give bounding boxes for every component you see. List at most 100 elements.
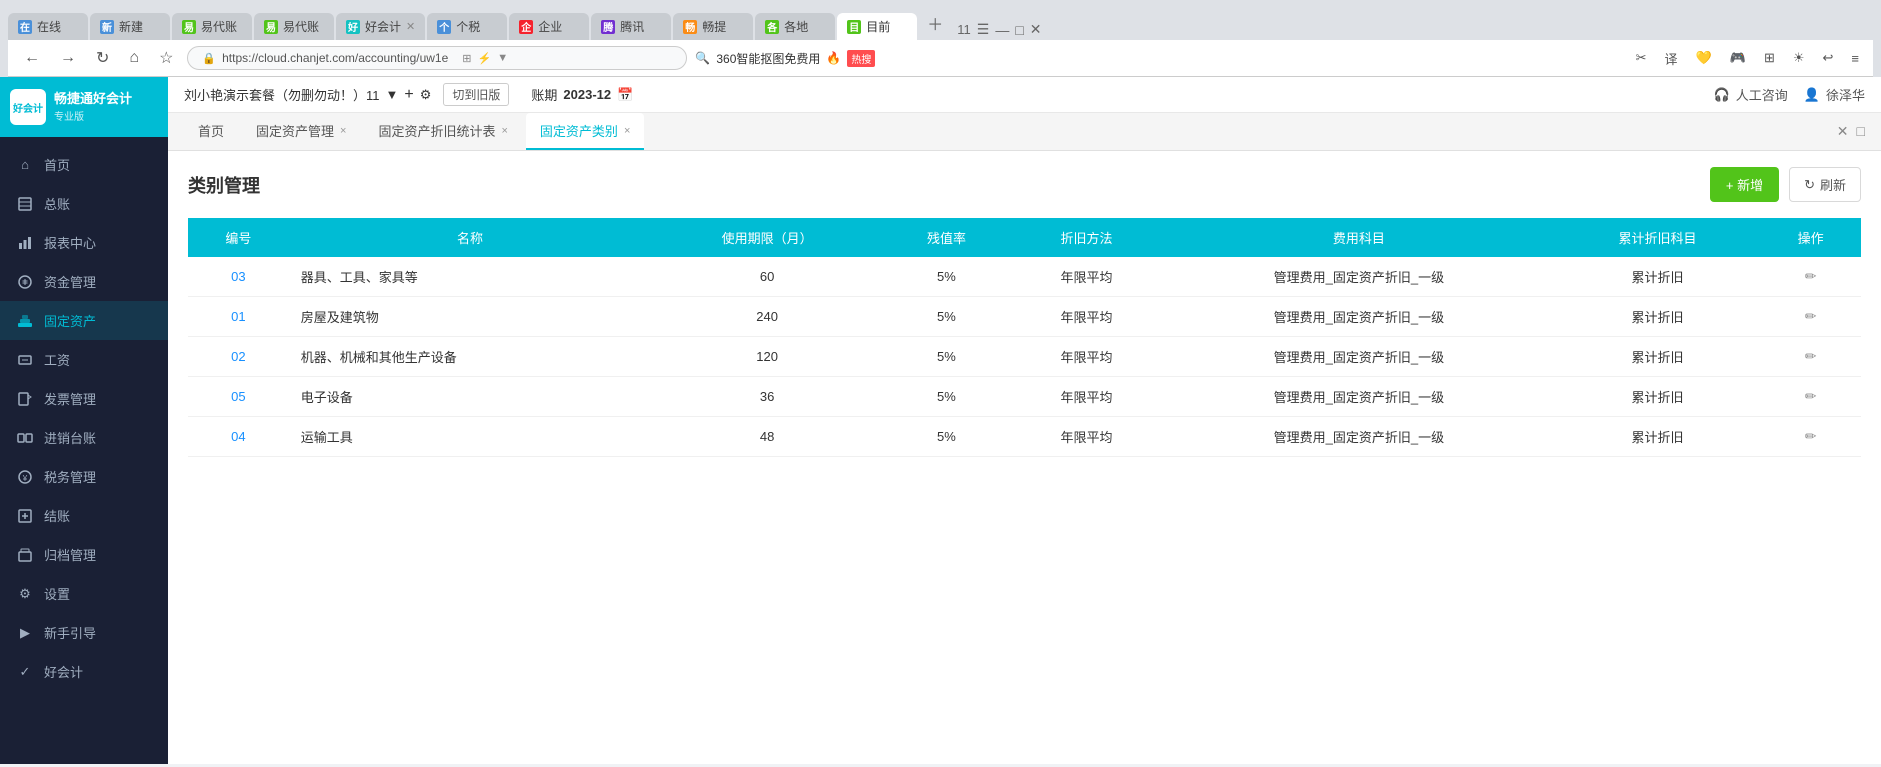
sidebar-item-home[interactable]: ⌂ 首页: [0, 145, 168, 184]
edit-icon-02[interactable]: ✏: [1805, 348, 1817, 364]
window-maximize-icon[interactable]: □: [1857, 123, 1865, 140]
sidebar-item-haokuaiji[interactable]: ✓ 好会计: [0, 652, 168, 691]
tab-label-zaixin: 在线: [37, 18, 61, 35]
cell-residual-02: 5%: [883, 337, 1010, 377]
cell-code-04[interactable]: 04: [188, 417, 289, 457]
tab-label-gedi: 各地: [784, 18, 808, 35]
tab-add-button[interactable]: ＋: [919, 6, 951, 40]
back-button[interactable]: ←: [18, 47, 46, 69]
account-settings-icon[interactable]: ⚙: [420, 87, 432, 103]
sidebar-item-ledger[interactable]: 总账: [0, 184, 168, 223]
add-button[interactable]: + 新增: [1710, 167, 1779, 202]
browser-tab-muqian[interactable]: 目 目前: [837, 13, 917, 40]
account-add-icon[interactable]: +: [404, 86, 413, 104]
sidebar-label-home: 首页: [44, 155, 70, 174]
content-tab-depreciation[interactable]: 固定资产折旧统计表 ×: [364, 113, 521, 150]
tab-maximize-icon[interactable]: □: [1015, 22, 1023, 38]
tab-icon-changti: 畅: [683, 20, 697, 34]
sidebar-item-fund[interactable]: 资金管理: [0, 262, 168, 301]
brightness-icon[interactable]: ☀: [1789, 48, 1809, 68]
sidebar-item-invoice[interactable]: 发票管理: [0, 379, 168, 418]
browser-tab-haokuaiji[interactable]: 好 好会计 ✕: [336, 13, 425, 40]
cell-code-02[interactable]: 02: [188, 337, 289, 377]
period-info: 账期 2023-12 📅: [531, 85, 633, 104]
tab-icon-zaixin: 在: [18, 20, 32, 34]
sidebar-item-fixed-asset[interactable]: 固定资产: [0, 301, 168, 340]
cell-code-03[interactable]: 03: [188, 257, 289, 297]
address-dropdown-icon[interactable]: ▼: [497, 52, 508, 64]
search-text[interactable]: 360智能抠图免费用: [716, 50, 820, 67]
browser-tab-yidai2[interactable]: 易 易代账: [254, 13, 334, 40]
browser-tab-tengxun[interactable]: 腾 腾讯: [591, 13, 671, 40]
wallet-icon[interactable]: 💛: [1692, 48, 1716, 68]
sidebar-item-tax[interactable]: ¥ 税务管理: [0, 457, 168, 496]
table-row: 01 房屋及建筑物 240 5% 年限平均 管理费用_固定资产折旧_一级 累计折…: [188, 297, 1861, 337]
content-tab-fixed-asset-mgmt[interactable]: 固定资产管理 ×: [242, 113, 360, 150]
content-tab-depreciation-close[interactable]: ×: [501, 125, 507, 137]
cell-residual-03: 5%: [883, 257, 1010, 297]
account-dropdown-icon[interactable]: ▼: [386, 87, 399, 102]
browser-tab-qiye[interactable]: 企 企业: [509, 13, 589, 40]
content-tab-category[interactable]: 固定资产类别 ×: [526, 113, 644, 150]
tab-menu-icon[interactable]: ☰: [977, 21, 990, 38]
window-close-icon[interactable]: ✕: [1837, 123, 1849, 140]
sidebar-item-salary[interactable]: 工资: [0, 340, 168, 379]
tab-label-yidai2: 易代账: [283, 18, 319, 35]
translate-icon[interactable]: 译: [1661, 47, 1682, 70]
browser-tab-geshui[interactable]: 个 个税: [427, 13, 507, 40]
cell-actions-03: ✏: [1760, 257, 1861, 297]
sidebar-item-guide[interactable]: ▶ 新手引导: [0, 613, 168, 652]
edit-icon-01[interactable]: ✏: [1805, 308, 1817, 324]
address-input[interactable]: 🔒 https://cloud.chanjet.com/accounting/u…: [187, 46, 687, 70]
edit-icon-05[interactable]: ✏: [1805, 388, 1817, 404]
headset-icon: 🎧: [1714, 87, 1730, 103]
sidebar-item-checkout[interactable]: 结账: [0, 496, 168, 535]
col-accum: 累计折旧科目: [1555, 218, 1760, 257]
switch-version-button[interactable]: 切到旧版: [443, 83, 509, 106]
support-link[interactable]: 🎧 人工咨询: [1714, 85, 1788, 104]
tab-close-haokuaiji[interactable]: ✕: [406, 20, 415, 33]
edit-icon-04[interactable]: ✏: [1805, 428, 1817, 444]
tab-count-badge[interactable]: 11: [957, 22, 971, 37]
scissors-icon[interactable]: ✂: [1632, 48, 1651, 68]
grid-icon[interactable]: ⊞: [1760, 48, 1779, 68]
cell-code-05[interactable]: 05: [188, 377, 289, 417]
cell-name-03: 器具、工具、家具等: [289, 257, 652, 297]
invoice-icon: [16, 390, 34, 408]
sidebar-item-settings[interactable]: ⚙ 设置: [0, 574, 168, 613]
boost-icon[interactable]: ⚡: [477, 52, 491, 65]
tab-minimize-icon[interactable]: —: [995, 22, 1009, 38]
cell-code-01[interactable]: 01: [188, 297, 289, 337]
calendar-icon[interactable]: 📅: [617, 87, 633, 103]
cell-method-01: 年限平均: [1010, 297, 1163, 337]
content-tab-home[interactable]: 首页: [184, 113, 238, 150]
refresh-button[interactable]: ↻ 刷新: [1789, 167, 1861, 202]
browser-tab-zaixin[interactable]: 在 在线: [8, 13, 88, 40]
undo-icon[interactable]: ↩: [1819, 48, 1838, 68]
sidebar-item-report[interactable]: 报表中心: [0, 223, 168, 262]
sidebar-item-archive[interactable]: 归档管理: [0, 535, 168, 574]
report-icon: [16, 234, 34, 252]
col-actions: 操作: [1760, 218, 1861, 257]
content-tab-fixed-asset-mgmt-close[interactable]: ×: [340, 125, 346, 137]
category-table: 编号 名称 使用期限（月） 残值率 折旧方法 费用科目 累计折旧科目 操作 03…: [188, 218, 1861, 457]
browser-tab-new[interactable]: 新 新建: [90, 13, 170, 40]
edit-icon-03[interactable]: ✏: [1805, 268, 1817, 284]
game-icon[interactable]: 🎮: [1726, 48, 1750, 68]
home-button[interactable]: ⌂: [123, 47, 145, 69]
tab-label-qiye: 企业: [538, 18, 562, 35]
menu-icon[interactable]: ≡: [1847, 49, 1863, 68]
cell-expense-05: 管理费用_固定资产折旧_一级: [1163, 377, 1555, 417]
browser-tab-yidai1[interactable]: 易 易代账: [172, 13, 252, 40]
forward-button[interactable]: →: [54, 47, 82, 69]
site-info-icon[interactable]: ⊞: [462, 52, 471, 65]
cell-name-01: 房屋及建筑物: [289, 297, 652, 337]
cell-actions-01: ✏: [1760, 297, 1861, 337]
browser-tab-changti[interactable]: 畅 畅提: [673, 13, 753, 40]
reload-button[interactable]: ↻: [90, 46, 115, 70]
bookmark-button[interactable]: ☆: [153, 46, 179, 70]
content-tab-category-close[interactable]: ×: [624, 125, 630, 137]
sidebar-item-purchase-sale[interactable]: 进销台账: [0, 418, 168, 457]
browser-tab-gedi[interactable]: 各 各地: [755, 13, 835, 40]
tab-close-window-icon[interactable]: ✕: [1030, 21, 1042, 38]
